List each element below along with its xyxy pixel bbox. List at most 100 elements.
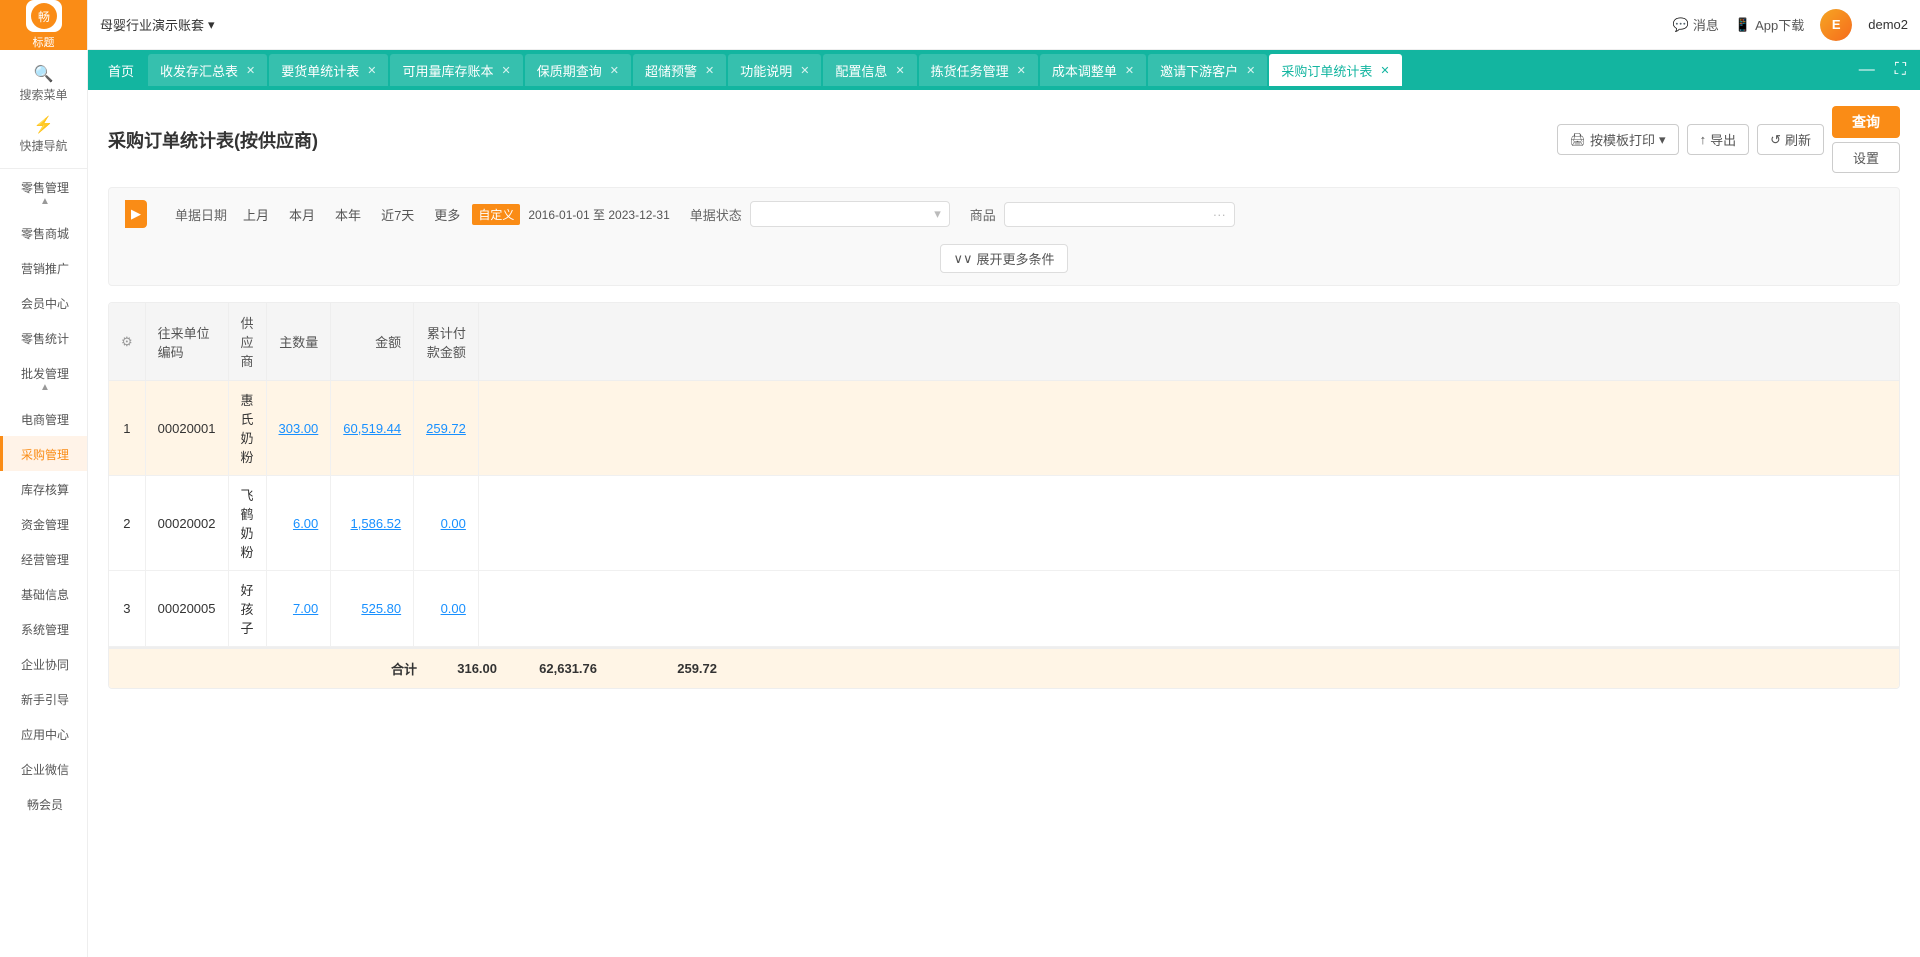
shortcut-more[interactable]: 更多 — [426, 203, 468, 226]
td-empty — [478, 381, 1899, 476]
tab-overstock[interactable]: 超储预警 ✕ — [633, 54, 726, 86]
shortcut-last-month[interactable]: 上月 — [235, 203, 277, 226]
shortcut-7days[interactable]: 近7天 — [373, 203, 422, 226]
tab-expiry-label: 保质期查询 — [537, 61, 602, 80]
td-qty[interactable]: 7.00 — [266, 571, 331, 647]
sidebar-item-newbie[interactable]: 新手引导 — [0, 681, 87, 716]
export-button[interactable]: ↑ 导出 — [1687, 124, 1750, 155]
tab-config[interactable]: 配置信息 ✕ — [823, 54, 916, 86]
tab-invite-close[interactable]: ✕ — [1246, 64, 1255, 77]
sidebar-item-marketing[interactable]: 营销推广 — [0, 250, 87, 285]
table-header-row: ⚙ 往来单位编码 供应商 主数量 — [109, 303, 1899, 381]
sidebar-item-enterprise[interactable]: 企业协同 — [0, 646, 87, 681]
sidebar-item-purchase[interactable]: 采购管理 — [0, 436, 87, 471]
tab-func[interactable]: 功能说明 ✕ — [728, 54, 821, 86]
query-button[interactable]: 查询 — [1832, 106, 1900, 138]
shortcut-this-month[interactable]: 本月 — [281, 203, 323, 226]
tab-invite[interactable]: 邀请下游客户 ✕ — [1148, 54, 1267, 86]
query-settings-group: 查询 设置 — [1832, 106, 1900, 173]
table-row[interactable]: 2 00020002 飞鹤奶粉 6.00 1,586.52 0.00 — [109, 476, 1899, 571]
sidebar-item-ecommerce[interactable]: 电商管理 — [0, 401, 87, 436]
shortcut-this-year[interactable]: 本年 — [327, 203, 369, 226]
refresh-button[interactable]: ↺ 刷新 — [1757, 124, 1824, 155]
status-select[interactable]: ▾ — [750, 201, 950, 227]
tab-func-close[interactable]: ✕ — [800, 64, 809, 77]
tab-pick-task[interactable]: 拣货任务管理 ✕ — [919, 54, 1038, 86]
sidebar-item-finance[interactable]: 资金管理 — [0, 506, 87, 541]
column-settings-icon[interactable]: ⚙ — [121, 334, 133, 349]
tab-config-close[interactable]: ✕ — [895, 64, 904, 77]
tab-cost-adjust[interactable]: 成本调整单 ✕ — [1040, 54, 1146, 86]
message-button[interactable]: 💬 消息 — [1673, 15, 1719, 34]
filter-toggle-button[interactable]: ▶ — [125, 200, 147, 228]
sidebar-item-stock[interactable]: 库存核算 — [0, 471, 87, 506]
td-amount[interactable]: 525.80 — [331, 571, 414, 647]
tab-home[interactable]: 首页 — [96, 54, 146, 86]
sidebar-item-operation[interactable]: 经营管理 — [0, 541, 87, 576]
td-paid[interactable]: 259.72 — [414, 381, 479, 476]
print-button[interactable]: 🖨 按模板打印 ▾ — [1557, 124, 1679, 155]
data-table: ⚙ 往来单位编码 供应商 主数量 — [109, 303, 1899, 647]
status-dropdown-icon: ▾ — [934, 206, 941, 222]
expand-label: 展开更多条件 — [977, 249, 1055, 268]
username-label[interactable]: demo2 — [1868, 17, 1908, 32]
table-row[interactable]: 3 00020005 好孩子 7.00 525.80 0.00 — [109, 571, 1899, 647]
sidebar-item-appcenter[interactable]: 应用中心 — [0, 716, 87, 751]
tab-purchase-stat-close[interactable]: ✕ — [367, 64, 376, 77]
sidebar-item-retail-shop[interactable]: 零售商城 — [0, 215, 87, 250]
app-download-button[interactable]: 📱 App下载 — [1735, 15, 1804, 34]
filter-toggle: ▶ — [125, 200, 147, 228]
custom-date-badge[interactable]: 自定义 — [472, 204, 520, 225]
account-switcher[interactable]: 母婴行业演示账套 ▾ — [100, 15, 215, 34]
tab-expiry[interactable]: 保质期查询 ✕ — [525, 54, 631, 86]
page-title: 采购订单统计表(按供应商) — [108, 127, 318, 153]
tab-collect[interactable]: 收发存汇总表 ✕ — [148, 54, 267, 86]
sidebar-item-retail-stat[interactable]: 零售统计 — [0, 320, 87, 355]
refresh-icon: ↺ — [1770, 132, 1781, 148]
sidebar-item-vip[interactable]: 畅会员 — [0, 786, 87, 821]
tab-purchase-order-stat[interactable]: 采购订单统计表 ✕ — [1269, 54, 1401, 86]
sidebar-item-wechat[interactable]: 企业微信 — [0, 751, 87, 786]
th-amount: 金额 — [331, 303, 414, 381]
expand-button[interactable]: ∨∨ 展开更多条件 — [940, 244, 1067, 273]
td-amount[interactable]: 60,519.44 — [331, 381, 414, 476]
settings-button[interactable]: 设置 — [1832, 142, 1900, 173]
tab-cost-adjust-close[interactable]: ✕ — [1125, 64, 1134, 77]
page-inner: 采购订单统计表(按供应商) 🖨 按模板打印 ▾ ↑ 导出 ↺ 刷新 — [88, 90, 1920, 705]
sidebar-item-system[interactable]: 系统管理 — [0, 611, 87, 646]
tab-stock-account-close[interactable]: ✕ — [502, 64, 511, 77]
tab-home-label: 首页 — [108, 61, 134, 80]
filter-area: ▶ 单据日期 上月 本月 本年 近7天 更多 自定义 2 — [108, 187, 1900, 286]
tab-expiry-close[interactable]: ✕ — [610, 64, 619, 77]
td-amount[interactable]: 1,586.52 — [331, 476, 414, 571]
footer-empty1 — [109, 659, 149, 679]
tab-stock-account[interactable]: 可用量库存账本 ✕ — [390, 54, 522, 86]
td-paid[interactable]: 0.00 — [414, 476, 479, 571]
sidebar-item-member[interactable]: 会员中心 — [0, 285, 87, 320]
wholesale-arrow-icon: ▲ — [40, 382, 50, 393]
tab-purchase-order-stat-close[interactable]: ✕ — [1380, 64, 1389, 77]
sidebar-item-wholesale[interactable]: 批发管理 ▲ — [0, 355, 87, 401]
tab-pick-task-close[interactable]: ✕ — [1017, 64, 1026, 77]
tab-collect-close[interactable]: ✕ — [246, 64, 255, 77]
tab-maximize-button[interactable]: ⛶ — [1889, 59, 1912, 81]
tab-overstock-label: 超储预警 — [645, 61, 697, 80]
date-shortcuts: 上月 本月 本年 近7天 更多 自定义 — [235, 203, 520, 226]
td-no: 1 — [109, 381, 145, 476]
tab-minimize-button[interactable]: — — [1853, 59, 1881, 81]
page-content: 采购订单统计表(按供应商) 🖨 按模板打印 ▾ ↑ 导出 ↺ 刷新 — [88, 90, 1920, 957]
sidebar-item-retail[interactable]: 零售管理 ▲ — [0, 169, 87, 215]
goods-input[interactable] — [1013, 207, 1213, 222]
sidebar-item-quicknav[interactable]: ⚡ 快捷导航 — [6, 109, 81, 160]
tab-overstock-close[interactable]: ✕ — [705, 64, 714, 77]
expand-row: ∨∨ 展开更多条件 — [125, 236, 1883, 273]
sidebar-item-search[interactable]: 🔍 搜索菜单 — [6, 58, 81, 109]
td-qty[interactable]: 303.00 — [266, 381, 331, 476]
td-qty[interactable]: 6.00 — [266, 476, 331, 571]
td-paid[interactable]: 0.00 — [414, 571, 479, 647]
sidebar-item-basic[interactable]: 基础信息 — [0, 576, 87, 611]
table-row[interactable]: 1 00020001 惠氏奶粉 303.00 60,519.44 259.72 — [109, 381, 1899, 476]
logo-label: 标题 — [33, 34, 55, 50]
tab-purchase-stat[interactable]: 要货单统计表 ✕ — [269, 54, 388, 86]
user-avatar[interactable]: E — [1820, 9, 1852, 41]
